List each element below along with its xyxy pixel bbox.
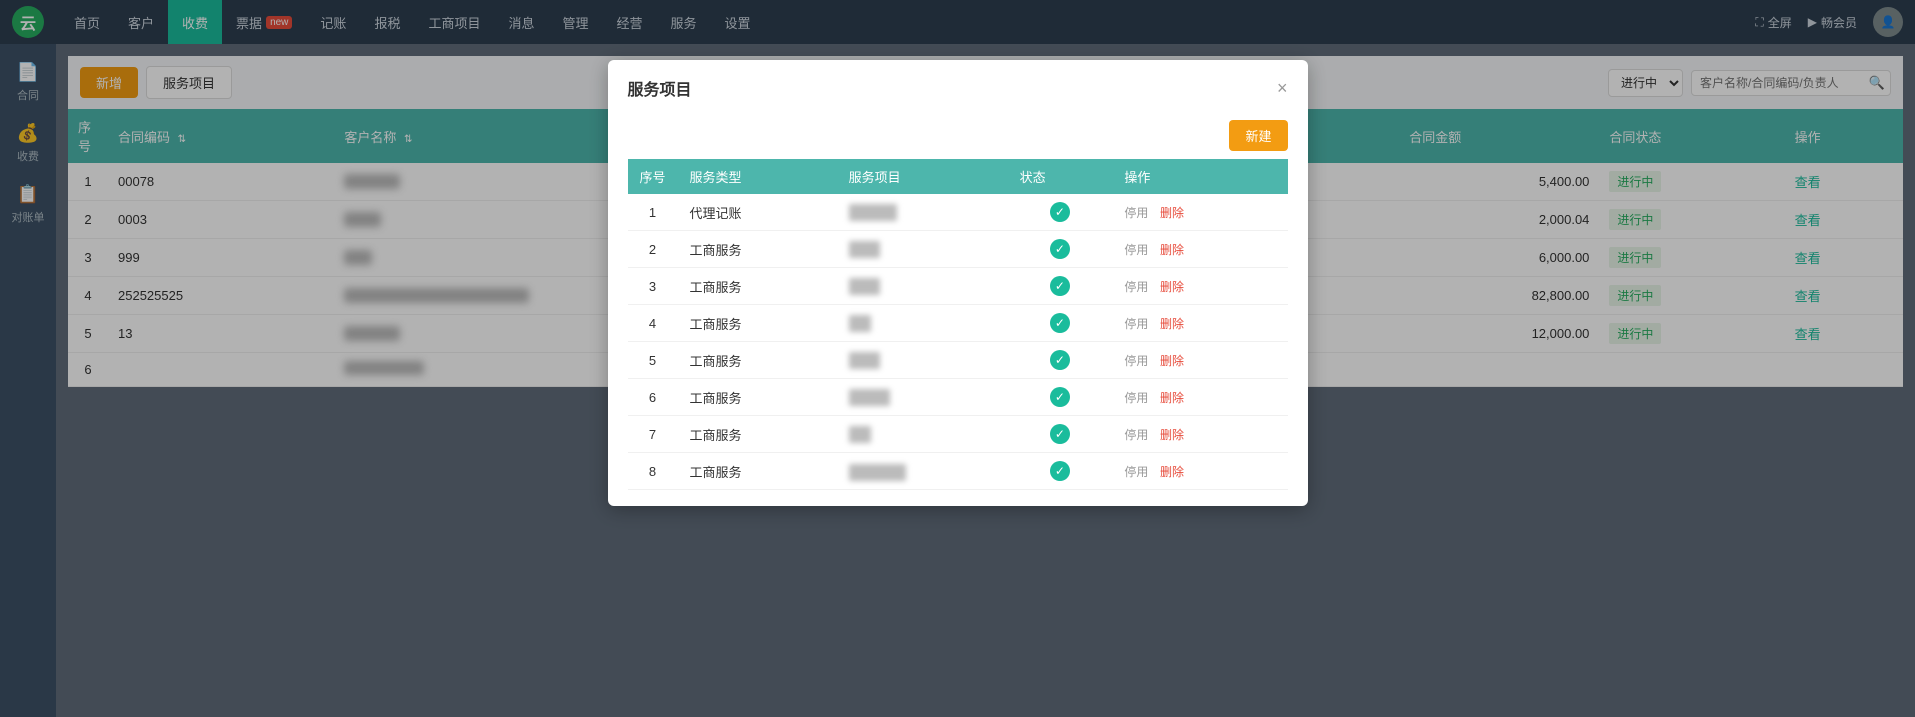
modal-cell-action: 停用 删除 <box>1112 379 1287 416</box>
modal-cell-seq: 7 <box>628 416 678 453</box>
status-check-icon: ✓ <box>1050 202 1070 222</box>
modal-cell-item: ███ <box>837 342 1008 379</box>
modal-cell-seq: 3 <box>628 268 678 305</box>
delete-button[interactable]: 删除 <box>1160 465 1184 479</box>
stop-button[interactable]: 停用 <box>1124 465 1148 479</box>
modal-cell-item: ███ <box>837 268 1008 305</box>
modal-toolbar: 新建 <box>608 112 1308 159</box>
modal-cell-seq: 4 <box>628 305 678 342</box>
modal-cell-status: ✓ <box>1008 379 1113 416</box>
stop-button[interactable]: 停用 <box>1124 317 1148 331</box>
stop-button[interactable]: 停用 <box>1124 391 1148 405</box>
delete-button[interactable]: 删除 <box>1160 206 1184 220</box>
modal-table-body: 1 代理记账 ████1 ✓ 停用 删除 2 工商服务 ███ ✓ 停用 删除 … <box>628 194 1288 490</box>
delete-button[interactable]: 删除 <box>1160 280 1184 294</box>
modal-cell-status: ✓ <box>1008 416 1113 453</box>
modal-cell-type: 工商服务 <box>678 268 837 305</box>
modal-table-header: 序号 服务类型 服务项目 状态 操作 <box>628 159 1288 194</box>
service-modal: 服务项目 × 新建 序号 服务类型 服务项目 状态 <box>608 60 1308 506</box>
modal-table-row: 3 工商服务 ███ ✓ 停用 删除 <box>628 268 1288 305</box>
modal-cell-type: 工商服务 <box>678 453 837 490</box>
modal-cell-status: ✓ <box>1008 268 1113 305</box>
delete-button[interactable]: 删除 <box>1160 354 1184 368</box>
modal-cell-type: 工商服务 <box>678 305 837 342</box>
modal-cell-seq: 5 <box>628 342 678 379</box>
modal-cell-seq: 2 <box>628 231 678 268</box>
modal-table-row: 6 工商服务 ████ ✓ 停用 删除 <box>628 379 1288 416</box>
modal-cell-action: 停用 删除 <box>1112 268 1287 305</box>
main-layout: 📄 合同 💰 收费 📋 对账单 新增 服务项目 进行中 已结束 全部 <box>0 44 1915 717</box>
modal-overlay[interactable]: 服务项目 × 新建 序号 服务类型 服务项目 状态 <box>56 44 1915 717</box>
status-check-icon: ✓ <box>1050 239 1070 259</box>
modal-col-status: 状态 <box>1008 159 1113 194</box>
modal-service-table: 序号 服务类型 服务项目 状态 操作 1 代理记账 ████1 ✓ 停用 <box>628 159 1288 490</box>
modal-table-row: 5 工商服务 ███ ✓ 停用 删除 <box>628 342 1288 379</box>
modal-new-button[interactable]: 新建 <box>1229 120 1287 151</box>
status-check-icon: ✓ <box>1050 461 1070 481</box>
modal-cell-action: 停用 删除 <box>1112 453 1287 490</box>
modal-title: 服务项目 <box>628 76 692 100</box>
delete-button[interactable]: 删除 <box>1160 243 1184 257</box>
modal-table-row: 7 工商服务 ██ ✓ 停用 删除 <box>628 416 1288 453</box>
modal-cell-type: 工商服务 <box>678 342 837 379</box>
modal-cell-action: 停用 删除 <box>1112 342 1287 379</box>
status-check-icon: ✓ <box>1050 276 1070 296</box>
modal-cell-status: ✓ <box>1008 342 1113 379</box>
modal-table-row: 2 工商服务 ███ ✓ 停用 删除 <box>628 231 1288 268</box>
modal-cell-item: ████1 <box>837 194 1008 231</box>
modal-cell-seq: 8 <box>628 453 678 490</box>
modal-cell-seq: 6 <box>628 379 678 416</box>
modal-col-item: 服务项目 <box>837 159 1008 194</box>
modal-cell-action: 停用 删除 <box>1112 231 1287 268</box>
modal-cell-status: ✓ <box>1008 231 1113 268</box>
modal-cell-item: ████ <box>837 379 1008 416</box>
delete-button[interactable]: 删除 <box>1160 428 1184 442</box>
modal-cell-action: 停用 删除 <box>1112 416 1287 453</box>
stop-button[interactable]: 停用 <box>1124 206 1148 220</box>
main-content-area: 新增 服务项目 进行中 已结束 全部 🔍 <box>56 44 1915 717</box>
delete-button[interactable]: 删除 <box>1160 391 1184 405</box>
modal-col-seq: 序号 <box>628 159 678 194</box>
modal-cell-item: ███ <box>837 231 1008 268</box>
modal-close-button[interactable]: × <box>1277 79 1288 97</box>
stop-button[interactable]: 停用 <box>1124 354 1148 368</box>
status-check-icon: ✓ <box>1050 350 1070 370</box>
status-check-icon: ✓ <box>1050 424 1070 444</box>
modal-cell-item: ██ <box>837 305 1008 342</box>
modal-cell-action: 停用 删除 <box>1112 194 1287 231</box>
modal-cell-action: 停用 删除 <box>1112 305 1287 342</box>
modal-header: 服务项目 × <box>608 60 1308 112</box>
stop-button[interactable]: 停用 <box>1124 280 1148 294</box>
modal-cell-status: ✓ <box>1008 194 1113 231</box>
modal-cell-type: 工商服务 <box>678 416 837 453</box>
status-check-icon: ✓ <box>1050 313 1070 333</box>
modal-cell-seq: 1 <box>628 194 678 231</box>
modal-table-wrap: 序号 服务类型 服务项目 状态 操作 1 代理记账 ████1 ✓ 停用 <box>608 159 1308 506</box>
stop-button[interactable]: 停用 <box>1124 243 1148 257</box>
modal-cell-item: ██ <box>837 416 1008 453</box>
delete-button[interactable]: 删除 <box>1160 317 1184 331</box>
modal-cell-status: ✓ <box>1008 305 1113 342</box>
modal-cell-type: 代理记账 <box>678 194 837 231</box>
modal-table-row: 4 工商服务 ██ ✓ 停用 删除 <box>628 305 1288 342</box>
modal-table-row: 8 工商服务 ███注册 ✓ 停用 删除 <box>628 453 1288 490</box>
status-check-icon: ✓ <box>1050 387 1070 407</box>
modal-cell-type: 工商服务 <box>678 231 837 268</box>
modal-table-row: 1 代理记账 ████1 ✓ 停用 删除 <box>628 194 1288 231</box>
modal-cell-status: ✓ <box>1008 453 1113 490</box>
modal-cell-type: 工商服务 <box>678 379 837 416</box>
modal-cell-item: ███注册 <box>837 453 1008 490</box>
stop-button[interactable]: 停用 <box>1124 428 1148 442</box>
modal-col-action: 操作 <box>1112 159 1287 194</box>
modal-col-type: 服务类型 <box>678 159 837 194</box>
